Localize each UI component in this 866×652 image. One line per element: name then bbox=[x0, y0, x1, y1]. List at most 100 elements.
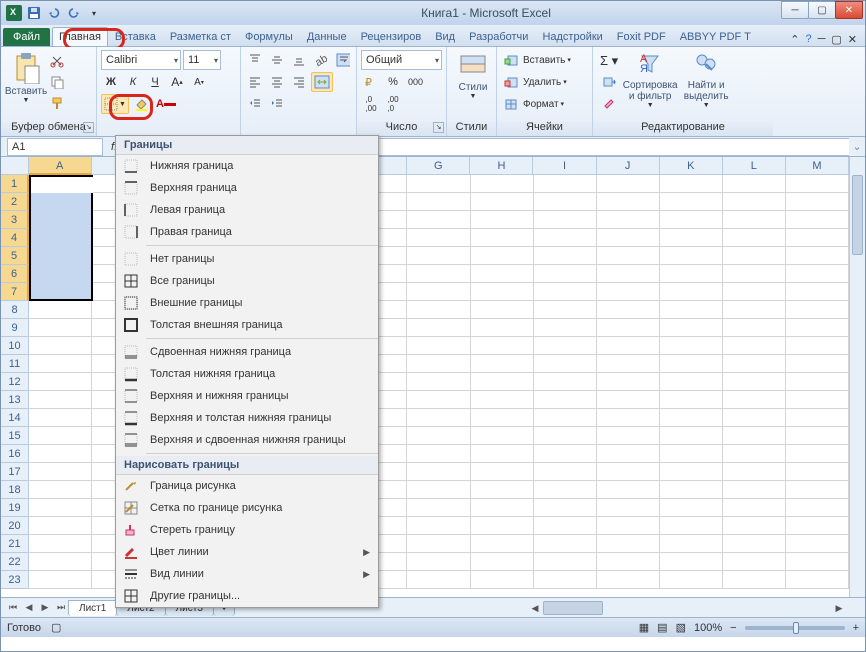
tab-insert[interactable]: Вставка bbox=[108, 27, 163, 46]
shrink-font-button[interactable]: A▾ bbox=[189, 72, 209, 92]
tab-file[interactable]: Файл bbox=[3, 28, 50, 46]
cell-styles-button[interactable]: Стили▼ bbox=[451, 49, 495, 115]
format-cells-button[interactable] bbox=[501, 94, 521, 114]
fill-button[interactable] bbox=[597, 72, 621, 92]
align-left-button[interactable] bbox=[245, 72, 265, 92]
row-header[interactable]: 11 bbox=[1, 355, 29, 373]
tab-nav-last[interactable]: ⏭ bbox=[53, 600, 69, 616]
fill-color-button[interactable] bbox=[131, 94, 151, 114]
tab-foxit[interactable]: Foxit PDF bbox=[610, 27, 673, 46]
comma-button[interactable]: 000 bbox=[405, 72, 426, 92]
merge-button[interactable] bbox=[311, 72, 333, 92]
orientation-button[interactable]: ab bbox=[311, 50, 331, 70]
save-button[interactable] bbox=[25, 4, 43, 22]
sheet-tab-1[interactable]: Лист1 bbox=[68, 600, 117, 616]
align-bottom-button[interactable] bbox=[289, 50, 309, 70]
delete-cells-button[interactable] bbox=[501, 72, 521, 92]
autosum-button[interactable]: Σ ▾ bbox=[597, 51, 621, 71]
row-header[interactable]: 2 bbox=[1, 193, 29, 211]
menu-item[interactable]: Верхняя граница bbox=[116, 177, 378, 199]
tab-data[interactable]: Данные bbox=[300, 27, 354, 46]
grow-font-button[interactable]: A▴ bbox=[167, 72, 187, 92]
vertical-scrollbar[interactable] bbox=[849, 157, 865, 597]
increase-indent-button[interactable] bbox=[267, 94, 287, 114]
row-header[interactable]: 7 bbox=[1, 283, 29, 301]
row-header[interactable]: 4 bbox=[1, 229, 29, 247]
row-header[interactable]: 14 bbox=[1, 409, 29, 427]
tab-home[interactable]: Главная bbox=[52, 27, 108, 46]
menu-item[interactable]: Сетка по границе рисунка bbox=[116, 497, 378, 519]
increase-decimal-button[interactable]: ,0,00 bbox=[361, 94, 381, 114]
tab-nav-next[interactable]: ▶ bbox=[37, 600, 53, 616]
row-header[interactable]: 15 bbox=[1, 427, 29, 445]
row-header[interactable]: 5 bbox=[1, 247, 29, 265]
menu-item[interactable]: Вид линии▶ bbox=[116, 563, 378, 585]
select-all-corner[interactable] bbox=[1, 157, 29, 175]
row-header[interactable]: 19 bbox=[1, 499, 29, 517]
menu-item[interactable]: Правая граница bbox=[116, 221, 378, 243]
sort-filter-button[interactable]: AЯ Сортировка и фильтр▼ bbox=[621, 49, 679, 115]
paste-button[interactable]: Вставить ▼ bbox=[5, 49, 47, 115]
align-top-button[interactable] bbox=[245, 50, 265, 70]
tab-nav-first[interactable]: ⏮ bbox=[5, 600, 21, 616]
column-header[interactable]: J bbox=[597, 157, 660, 175]
align-middle-button[interactable] bbox=[267, 50, 287, 70]
underline-button[interactable]: Ч bbox=[145, 72, 165, 92]
maximize-button[interactable]: ▢ bbox=[808, 1, 836, 19]
horizontal-scrollbar[interactable]: ◀ ▶ bbox=[527, 600, 847, 616]
menu-item[interactable]: Нет границы bbox=[116, 248, 378, 270]
font-size-combo[interactable]: 11 bbox=[183, 50, 221, 70]
close-button[interactable]: ✕ bbox=[835, 1, 863, 19]
menu-item[interactable]: Граница рисунка bbox=[116, 475, 378, 497]
tab-page-layout[interactable]: Разметка ст bbox=[163, 27, 238, 46]
row-header[interactable]: 16 bbox=[1, 445, 29, 463]
menu-item[interactable]: Верхняя и сдвоенная нижняя границы bbox=[116, 429, 378, 451]
menu-item[interactable]: Левая граница bbox=[116, 199, 378, 221]
menu-item[interactable]: Толстая внешняя граница bbox=[116, 314, 378, 336]
row-header[interactable]: 18 bbox=[1, 481, 29, 499]
tab-abbyy[interactable]: ABBYY PDF T bbox=[673, 27, 758, 46]
tab-addins[interactable]: Надстройки bbox=[535, 27, 609, 46]
row-header[interactable]: 8 bbox=[1, 301, 29, 319]
decrease-indent-button[interactable] bbox=[245, 94, 265, 114]
view-break-button[interactable]: ▧ bbox=[676, 621, 686, 634]
copy-button[interactable] bbox=[47, 72, 67, 92]
menu-item[interactable]: Другие границы... bbox=[116, 585, 378, 607]
font-color-button[interactable]: A bbox=[153, 94, 179, 114]
row-header[interactable]: 3 bbox=[1, 211, 29, 229]
tab-nav-prev[interactable]: ◀ bbox=[21, 600, 37, 616]
row-header[interactable]: 9 bbox=[1, 319, 29, 337]
borders-button[interactable]: ▼ bbox=[101, 94, 129, 114]
number-format-combo[interactable]: Общий bbox=[361, 50, 442, 70]
view-normal-button[interactable]: ▦ bbox=[639, 621, 649, 634]
zoom-level[interactable]: 100% bbox=[694, 622, 722, 634]
zoom-in-button[interactable]: + bbox=[853, 622, 859, 634]
menu-item[interactable]: Нижняя граница bbox=[116, 155, 378, 177]
bold-button[interactable]: Ж bbox=[101, 72, 121, 92]
qat-customize[interactable]: ▾ bbox=[85, 4, 103, 22]
column-header[interactable]: K bbox=[660, 157, 723, 175]
tab-formulas[interactable]: Формулы bbox=[238, 27, 300, 46]
align-right-button[interactable] bbox=[289, 72, 309, 92]
view-layout-button[interactable]: ▤ bbox=[657, 621, 667, 634]
name-box[interactable]: A1 bbox=[7, 138, 103, 156]
find-select-button[interactable]: Найти и выделить▼ bbox=[679, 49, 733, 115]
minimize-ribbon-button[interactable]: ⌃ bbox=[790, 33, 799, 46]
menu-item[interactable]: Сдвоенная нижняя граница bbox=[116, 341, 378, 363]
format-painter-button[interactable] bbox=[47, 93, 67, 113]
column-header[interactable]: L bbox=[723, 157, 786, 175]
insert-cells-button[interactable] bbox=[501, 50, 521, 70]
accounting-format-button[interactable]: ₽ bbox=[361, 72, 381, 92]
align-center-button[interactable] bbox=[267, 72, 287, 92]
doc-minimize-button[interactable]: ─ bbox=[818, 33, 826, 46]
wrap-text-button[interactable] bbox=[333, 50, 353, 70]
menu-item[interactable]: Стереть границу bbox=[116, 519, 378, 541]
row-header[interactable]: 12 bbox=[1, 373, 29, 391]
italic-button[interactable]: К bbox=[123, 72, 143, 92]
column-header[interactable]: I bbox=[533, 157, 596, 175]
doc-restore-button[interactable]: ▢ bbox=[831, 33, 841, 46]
font-name-combo[interactable]: Calibri bbox=[101, 50, 181, 70]
cut-button[interactable] bbox=[47, 51, 67, 71]
doc-close-button[interactable]: ✕ bbox=[848, 33, 857, 46]
undo-button[interactable] bbox=[45, 4, 63, 22]
